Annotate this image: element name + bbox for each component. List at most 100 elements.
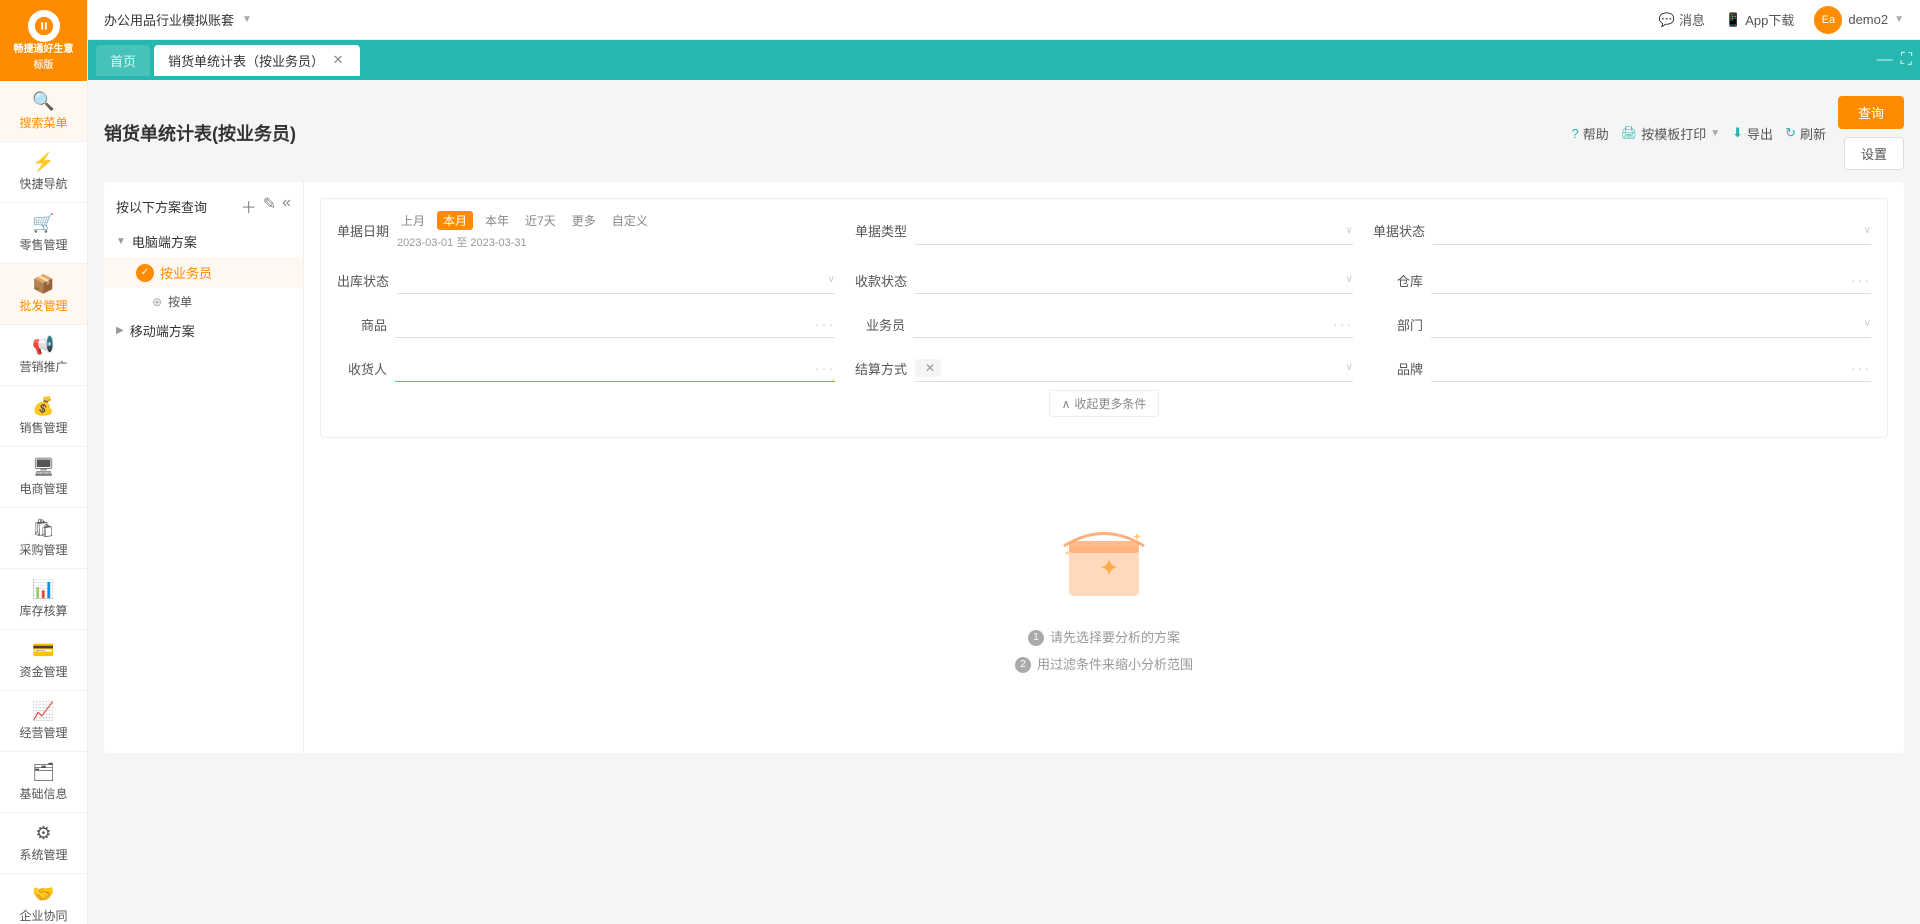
collapse-button[interactable]: ∧ 收起更多条件 bbox=[1049, 390, 1160, 417]
date-tab-current-month[interactable]: 本月 bbox=[437, 211, 473, 230]
date-tab-custom[interactable]: 自定义 bbox=[608, 211, 652, 230]
filter-goods: 商品 ··· bbox=[337, 310, 835, 338]
filter-payment: 结算方式 ✕ ∨ bbox=[855, 354, 1353, 382]
filter-warehouse: 仓库 ··· bbox=[1373, 266, 1871, 294]
date-tab-more[interactable]: 更多 bbox=[568, 211, 600, 230]
chevron-down-icon: ▼ bbox=[116, 236, 126, 247]
scheme-item-by-order[interactable]: ⊕ 按单 bbox=[104, 288, 303, 315]
app-download-button[interactable]: 📱 App下载 bbox=[1725, 10, 1794, 29]
settings-button[interactable]: 设置 bbox=[1844, 137, 1904, 170]
date-tab-last-month[interactable]: 上月 bbox=[397, 211, 429, 230]
page-body: 销货单统计表(按业务员) ? 帮助 🖨 按模板打印 ▼ ⬇ 导出 bbox=[88, 80, 1920, 924]
more-icon: ··· bbox=[1333, 316, 1353, 332]
refresh-button[interactable]: ↻ 刷新 bbox=[1785, 124, 1826, 143]
tab-bar: 首页 销货单统计表（按业务员） ✕ — ⛶ bbox=[88, 40, 1920, 80]
left-panel: 按以下方案查询 ＋ ✎ « ▼ 电脑端方案 bbox=[104, 182, 304, 753]
filter-receive-status: 收款状态 ∨ bbox=[855, 266, 1353, 294]
salesperson-input[interactable]: ··· bbox=[913, 310, 1353, 338]
tab-close-button[interactable]: ✕ bbox=[330, 52, 346, 68]
chevron-up-icon: ∧ bbox=[1062, 397, 1071, 411]
filter-out-status: 出库状态 ∨ bbox=[337, 266, 835, 294]
export-button[interactable]: ⬇ 导出 bbox=[1732, 124, 1773, 143]
tab-home[interactable]: 首页 bbox=[96, 45, 150, 76]
filter-grid: 单据日期 上月 本月 本年 近7天 更多 自定义 bbox=[337, 211, 1871, 382]
tab-bar-minimize-button[interactable]: — bbox=[1877, 51, 1893, 69]
payment-tag: ✕ bbox=[915, 359, 941, 377]
sidebar-item-system[interactable]: ⚙ 系统管理 bbox=[0, 813, 87, 874]
left-panel-header: 按以下方案查询 ＋ ✎ « bbox=[104, 194, 303, 226]
sidebar-item-ecommerce[interactable]: 🖥 电商管理 bbox=[0, 447, 87, 508]
app-logo[interactable]: 畅捷通好生意 标版 bbox=[0, 0, 87, 81]
enterprise-icon: 🤝 bbox=[32, 884, 54, 905]
step2-badge: 2 bbox=[1015, 657, 1031, 673]
sidebar-item-retail[interactable]: 🛒 零售管理 bbox=[0, 203, 87, 264]
header-right: 💬 消息 📱 App下载 Ea demo2 ▼ bbox=[1659, 6, 1904, 34]
sidebar-item-sales[interactable]: 💰 销售管理 bbox=[0, 386, 87, 447]
date-tab-current-year[interactable]: 本年 bbox=[481, 211, 513, 230]
brand-input[interactable]: ··· bbox=[1431, 354, 1871, 382]
dept-select[interactable]: ∨ bbox=[1431, 310, 1871, 338]
chevron-down-icon: ∨ bbox=[1346, 274, 1353, 285]
help-button[interactable]: ? 帮助 bbox=[1571, 124, 1608, 143]
filter-doc-type: 单据类型 ∨ bbox=[855, 211, 1353, 250]
more-icon: ··· bbox=[815, 360, 835, 376]
receive-status-select[interactable]: ∨ bbox=[915, 266, 1353, 294]
basic-icon: 🗂 bbox=[32, 762, 55, 783]
date-range-display: 2023-03-01 至 2023-03-31 bbox=[397, 234, 835, 250]
sidebar-item-purchase[interactable]: 🛍 采购管理 bbox=[0, 508, 87, 569]
sidebar-item-quick-nav[interactable]: ⚡ 快捷导航 bbox=[0, 142, 87, 203]
sidebar-item-finance[interactable]: 💳 资金管理 bbox=[0, 630, 87, 691]
quick-nav-icon: ⚡ bbox=[32, 152, 54, 173]
template-print-button[interactable]: 🖨 按模板打印 ▼ bbox=[1621, 124, 1720, 143]
warehouse-input[interactable]: ··· bbox=[1431, 266, 1871, 294]
scheme-item-by-salesperson[interactable]: ✓ 按业务员 bbox=[104, 257, 303, 288]
more-icon: ··· bbox=[815, 316, 835, 332]
more-icon: ··· bbox=[1851, 360, 1871, 376]
inventory-icon: 📊 bbox=[32, 579, 54, 600]
sidebar-item-marketing[interactable]: 📢 营销推广 bbox=[0, 325, 87, 386]
collapse-panel-button[interactable]: « bbox=[282, 194, 291, 218]
help-icon: ? bbox=[1571, 126, 1578, 141]
collapse-row: ∧ 收起更多条件 bbox=[337, 382, 1871, 425]
sidebar-item-operations[interactable]: 📈 经营管理 bbox=[0, 691, 87, 752]
chevron-down-icon: ∨ bbox=[1346, 225, 1353, 236]
out-status-select[interactable]: ∨ bbox=[397, 266, 835, 294]
sidebar-menu: 🔍 搜索菜单 ⚡ 快捷导航 🛒 零售管理 📦 批发管理 📢 营销推广 💰 销售管… bbox=[0, 81, 87, 924]
doc-status-select[interactable]: ∨ bbox=[1433, 217, 1871, 245]
edit-scheme-button[interactable]: ✎ bbox=[263, 194, 276, 218]
chevron-down-icon: ▼ bbox=[242, 14, 252, 25]
add-scheme-button[interactable]: ＋ bbox=[241, 194, 257, 218]
goods-input[interactable]: ··· bbox=[395, 310, 835, 338]
tab-sales-stat[interactable]: 销货单统计表（按业务员） ✕ bbox=[154, 45, 360, 76]
page-actions: ? 帮助 🖨 按模板打印 ▼ ⬇ 导出 ↻ 刷新 bbox=[1571, 96, 1904, 170]
chevron-down-icon: ∨ bbox=[1864, 318, 1871, 329]
query-actions: 查询 设置 bbox=[1838, 96, 1904, 170]
scheme-group-mobile-header[interactable]: ▶ 移动端方案 bbox=[104, 315, 303, 346]
ecommerce-icon: 🖥 bbox=[32, 457, 55, 478]
sidebar-item-basic[interactable]: 🗂 基础信息 bbox=[0, 752, 87, 813]
date-tab-last-7-days[interactable]: 近7天 bbox=[521, 211, 560, 230]
user-profile-button[interactable]: Ea demo2 ▼ bbox=[1814, 6, 1904, 34]
app-download-icon: 📱 bbox=[1725, 12, 1741, 28]
messages-button[interactable]: 💬 消息 bbox=[1659, 10, 1705, 29]
receiver-input[interactable]: ··· bbox=[395, 354, 835, 382]
step1-badge: 1 bbox=[1028, 630, 1044, 646]
payment-tag-remove[interactable]: ✕ bbox=[925, 361, 935, 375]
sidebar-item-wholesale[interactable]: 📦 批发管理 bbox=[0, 264, 87, 325]
content-area: 按以下方案查询 ＋ ✎ « ▼ 电脑端方案 bbox=[104, 182, 1904, 753]
payment-select[interactable]: ✕ ∨ bbox=[915, 354, 1353, 382]
query-button[interactable]: 查询 bbox=[1838, 96, 1904, 129]
doc-type-select[interactable]: ∨ bbox=[915, 217, 1353, 245]
sidebar-item-search-menu[interactable]: 🔍 搜索菜单 bbox=[0, 81, 87, 142]
tab-bar-maximize-button[interactable]: ⛶ bbox=[1901, 51, 1912, 69]
system-icon: ⚙ bbox=[35, 823, 51, 844]
sidebar-item-enterprise[interactable]: 🤝 企业协同 bbox=[0, 874, 87, 924]
wholesale-icon: 📦 bbox=[32, 274, 54, 295]
scheme-group-desktop-header[interactable]: ▼ 电脑端方案 bbox=[104, 226, 303, 257]
filter-dept: 部门 ∨ bbox=[1373, 310, 1871, 338]
chevron-right-icon: ▶ bbox=[116, 325, 124, 336]
user-avatar: Ea bbox=[1814, 6, 1842, 34]
sidebar-item-inventory[interactable]: 📊 库存核算 bbox=[0, 569, 87, 630]
filter-date: 单据日期 上月 本月 本年 近7天 更多 自定义 bbox=[337, 211, 835, 250]
refresh-icon: ↻ bbox=[1785, 125, 1796, 141]
